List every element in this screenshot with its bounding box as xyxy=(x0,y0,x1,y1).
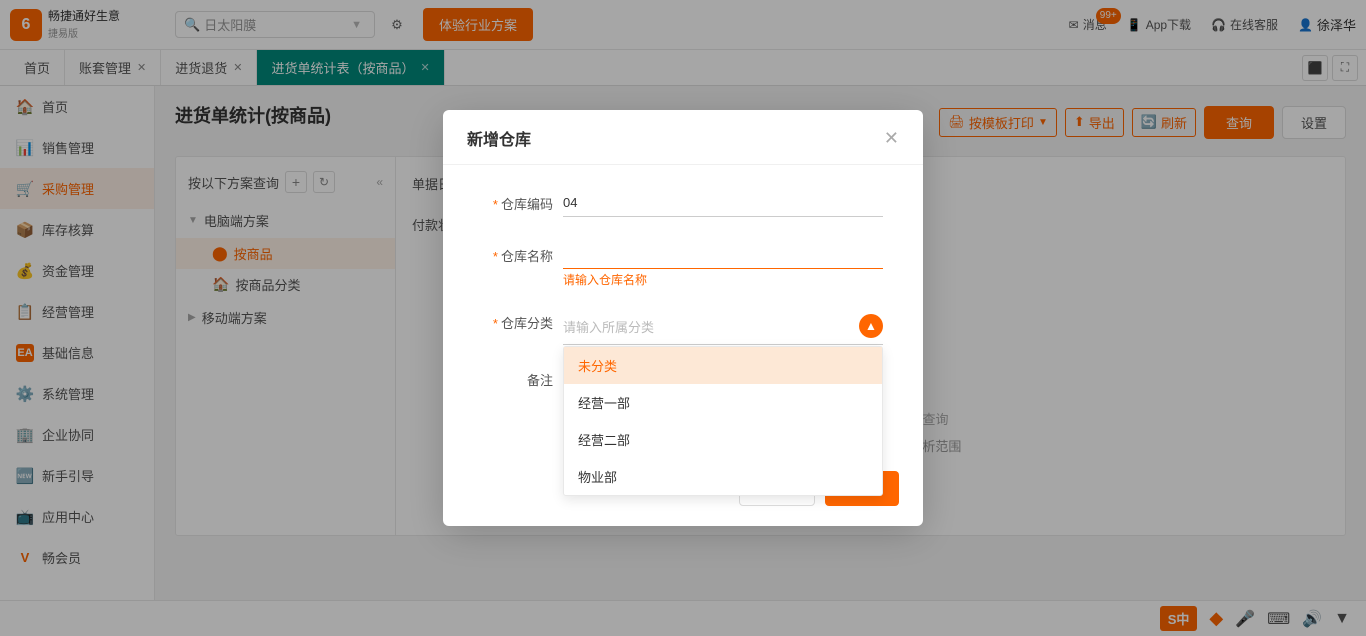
warehouse-name-label: 仓库名称 xyxy=(483,241,563,273)
warehouse-code-row: 仓库编码 xyxy=(483,189,883,221)
warehouse-name-wrap: 请输入仓库名称 xyxy=(563,241,883,288)
modal-close-button[interactable]: ✕ xyxy=(884,129,899,147)
modal-body: 仓库编码 仓库名称 请输入仓库名称 仓库分类 请输入所属分类 ▲ xyxy=(443,165,923,461)
warehouse-category-row: 仓库分类 请输入所属分类 ▲ 未分类 经营一部 经营二部 物业部 xyxy=(483,308,883,345)
modal-title: 新增仓库 xyxy=(467,126,531,150)
warehouse-code-input[interactable] xyxy=(563,189,883,217)
category-option-ops2[interactable]: 经营二部 xyxy=(564,421,882,458)
warehouse-code-label: 仓库编码 xyxy=(483,189,563,221)
warehouse-modal: 新增仓库 ✕ 仓库编码 仓库名称 请输入仓库名称 仓库分类 xyxy=(443,110,923,526)
remark-label: 备注 xyxy=(483,365,563,397)
category-placeholder: 请输入所属分类 xyxy=(563,317,654,336)
modal-header: 新增仓库 ✕ xyxy=(443,110,923,165)
warehouse-category-label: 仓库分类 xyxy=(483,308,563,340)
category-option-property[interactable]: 物业部 xyxy=(564,458,882,495)
warehouse-name-input[interactable] xyxy=(563,241,883,269)
warehouse-name-error: 请输入仓库名称 xyxy=(563,271,883,288)
warehouse-category-wrap: 请输入所属分类 ▲ 未分类 经营一部 经营二部 物业部 xyxy=(563,308,883,345)
category-dropdown-toggle[interactable]: 请输入所属分类 ▲ xyxy=(563,308,883,345)
modal-overlay: 新增仓库 ✕ 仓库编码 仓库名称 请输入仓库名称 仓库分类 xyxy=(0,0,1366,636)
dropdown-arrow-icon: ▲ xyxy=(859,314,883,338)
warehouse-name-row: 仓库名称 请输入仓库名称 xyxy=(483,241,883,288)
category-option-ops1[interactable]: 经营一部 xyxy=(564,384,882,421)
category-dropdown-list: 未分类 经营一部 经营二部 物业部 xyxy=(563,346,883,496)
category-option-unclassified[interactable]: 未分类 xyxy=(564,347,882,384)
